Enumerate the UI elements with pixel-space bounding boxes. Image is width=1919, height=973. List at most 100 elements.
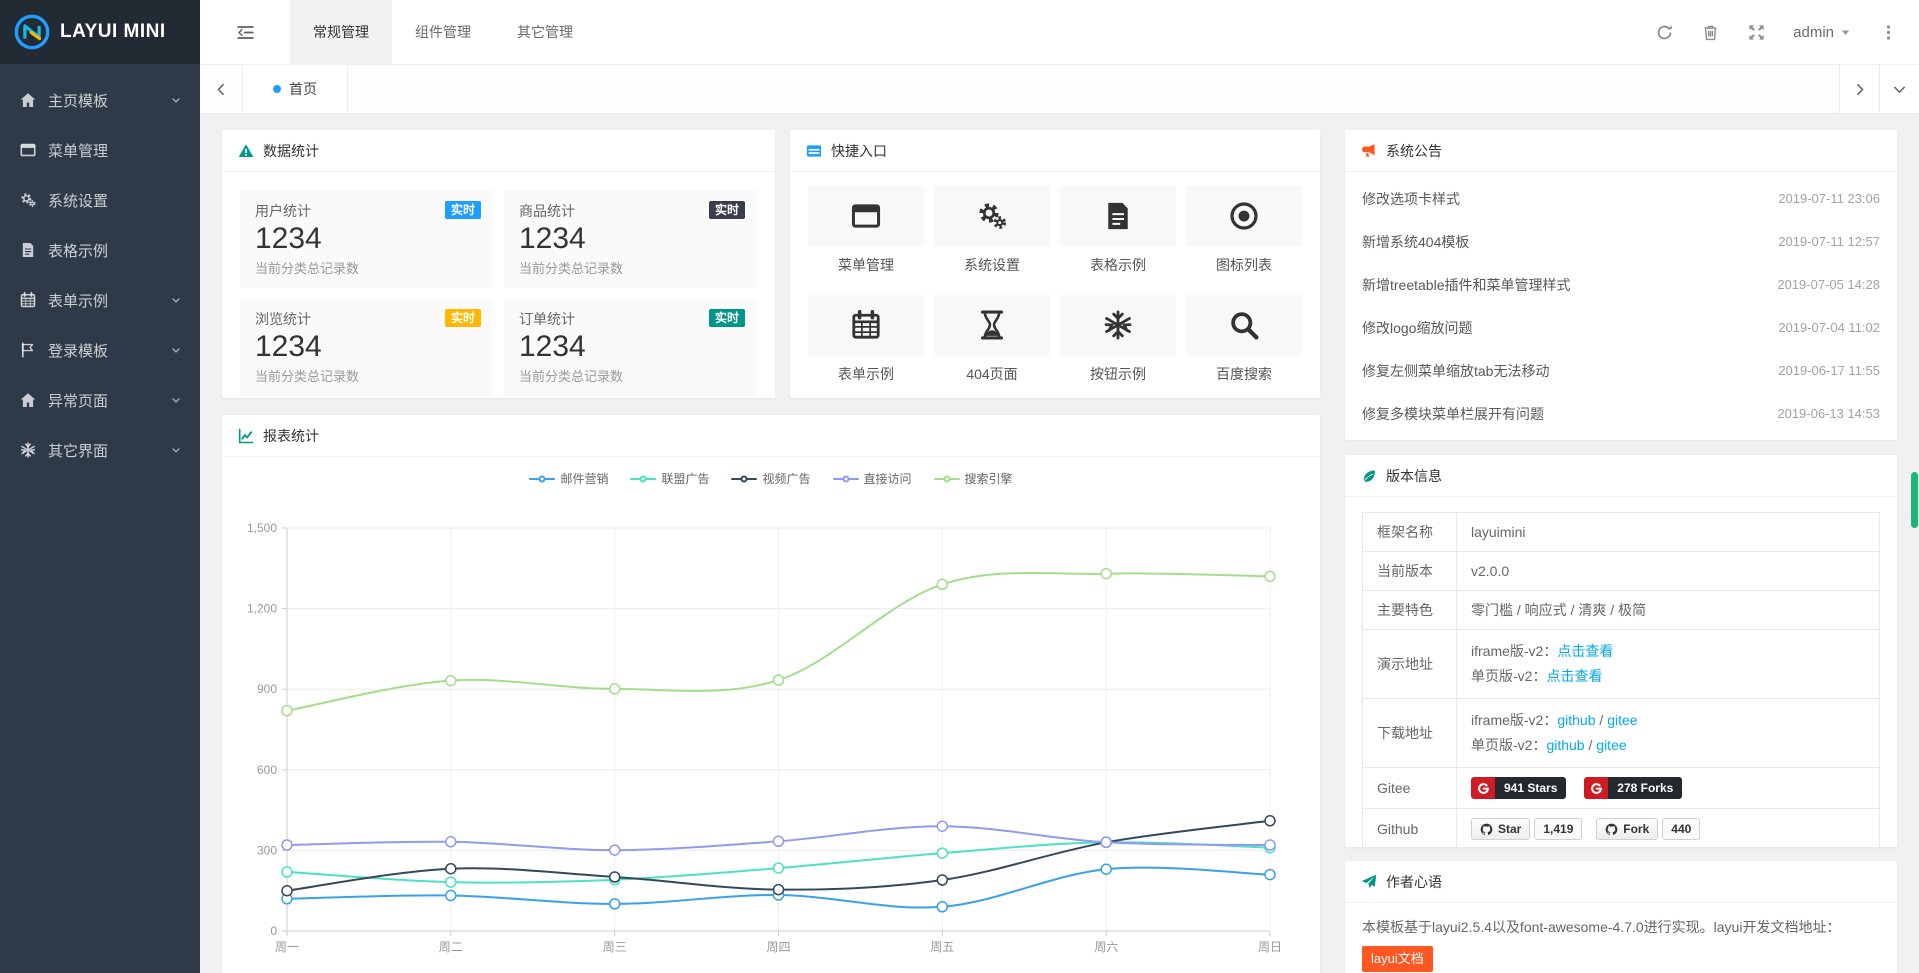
demo-link-iframe[interactable]: 点击查看: [1557, 643, 1613, 659]
download-link-github[interactable]: github: [1557, 712, 1595, 728]
sidebar-item[interactable]: 表单示例: [0, 275, 200, 325]
quick-entry-label: 系统设置: [964, 255, 1020, 275]
legend-item[interactable]: 搜索引擎: [934, 470, 1013, 487]
download-link-gitee[interactable]: gitee: [1596, 737, 1626, 753]
quick-entry-cell: 按钮示例: [1060, 295, 1176, 384]
quick-entry-tile[interactable]: [1060, 186, 1176, 246]
framework-name: layuimini: [1457, 513, 1880, 552]
announcement-text: 修复左侧菜单缩放tab无法移动: [1362, 361, 1549, 381]
status-badge: 实时: [445, 201, 481, 219]
header-tab[interactable]: 其它管理: [494, 0, 596, 64]
quick-entry-label: 404页面: [966, 364, 1017, 384]
version-row-label: Github: [1363, 809, 1457, 848]
legend-marker-icon: [529, 472, 555, 485]
gitee-stars-badge[interactable]: 941 Stars: [1471, 777, 1566, 799]
chevron-down-icon: [170, 394, 182, 406]
expand-icon[interactable]: [1733, 0, 1779, 65]
announcement-date: 2019-07-05 14:28: [1777, 277, 1880, 292]
chevron-left-icon[interactable]: [200, 65, 242, 113]
quick-entry-tile[interactable]: [934, 295, 1050, 355]
snowflake-icon: [20, 442, 38, 458]
stat-value: 1234: [255, 330, 478, 364]
cogs-icon: [977, 201, 1007, 231]
legend-item[interactable]: 视频广告: [731, 470, 810, 487]
github-icon: [1605, 823, 1618, 836]
chart-legend: 邮件营销 联盟广告 视频广告 直接访问 搜索引擎: [222, 470, 1320, 487]
chevron-down-icon[interactable]: [1879, 65, 1919, 113]
demo-link-spa[interactable]: 点击查看: [1546, 668, 1602, 684]
quick-entry-tile[interactable]: [1186, 295, 1302, 355]
legend-item[interactable]: 直接访问: [833, 470, 912, 487]
quick-entry-tile[interactable]: [1060, 295, 1176, 355]
dot-circle-icon: [1229, 201, 1259, 231]
sidebar-item-label: 表格示例: [48, 240, 108, 261]
tab-home[interactable]: 首页: [242, 65, 348, 113]
stat-card: 订单统计 1234 当前分类总记录数 实时: [504, 298, 757, 396]
bullhorn-icon: [1361, 143, 1377, 159]
panel-header: 系统公告: [1345, 130, 1897, 172]
header-tab[interactable]: 常规管理: [290, 0, 392, 64]
legend-label: 视频广告: [762, 470, 810, 487]
legend-label: 直接访问: [864, 470, 912, 487]
app-logo[interactable]: LAYUI MINI: [0, 0, 200, 64]
version-row-label: Gitee: [1363, 768, 1457, 809]
status-badge: 实时: [709, 309, 745, 327]
github-star-button[interactable]: Star: [1471, 818, 1530, 840]
grid-icon: [806, 143, 822, 159]
quick-entry-tile[interactable]: [808, 295, 924, 355]
panel-title: 快捷入口: [831, 141, 887, 161]
github-star-count[interactable]: 1,419: [1534, 818, 1582, 840]
trash-icon[interactable]: [1687, 0, 1733, 65]
demo-line-prefix: iframe版-v2：: [1471, 643, 1557, 659]
panel-header: 版本信息: [1345, 455, 1897, 497]
panel-data-stats: 数据统计 用户统计 1234 当前分类总记录数 实时 商品统计 1234 当前分…: [222, 130, 775, 398]
link-separator: /: [1596, 712, 1608, 728]
sidebar-item[interactable]: 主页模板: [0, 75, 200, 125]
quick-entry-cell: 404页面: [934, 295, 1050, 384]
quick-entry-tile[interactable]: [934, 186, 1050, 246]
layui-doc-badge[interactable]: layui文档: [1362, 946, 1433, 973]
quick-entry-cell: 表单示例: [808, 295, 924, 384]
toggle-icon[interactable]: [200, 0, 290, 64]
svg-text:周六: 周六: [1094, 940, 1118, 954]
sidebar-item[interactable]: 系统设置: [0, 175, 200, 225]
stat-value: 1234: [519, 330, 742, 364]
link-separator: /: [1585, 737, 1597, 753]
github-fork-count[interactable]: 440: [1662, 818, 1700, 840]
svg-text:600: 600: [257, 763, 277, 777]
github-fork-button[interactable]: Fork: [1596, 818, 1658, 840]
panel-version-info: 版本信息 框架名称 layuimini 当前版本 v2.0.0 主要特色 零门槛…: [1345, 455, 1897, 847]
ellipsis-icon[interactable]: [1865, 0, 1911, 65]
svg-text:周一: 周一: [275, 940, 299, 954]
sidebar-item[interactable]: 菜单管理: [0, 125, 200, 175]
header-tab[interactable]: 组件管理: [392, 0, 494, 64]
page-scrollbar-thumb[interactable]: [1911, 472, 1918, 528]
sidebar-item[interactable]: 异常页面: [0, 375, 200, 425]
svg-text:周日: 周日: [1258, 940, 1282, 954]
chevron-right-icon[interactable]: [1839, 65, 1879, 113]
sidebar-item[interactable]: 登录模板: [0, 325, 200, 375]
legend-item[interactable]: 邮件营销: [529, 470, 608, 487]
sidebar-item[interactable]: 其它界面: [0, 425, 200, 475]
sidebar-item-label: 异常页面: [48, 390, 108, 411]
user-menu[interactable]: admin: [1779, 0, 1865, 65]
quick-entry-tile[interactable]: [808, 186, 924, 246]
window-icon: [20, 142, 38, 158]
stat-caption: 当前分类总记录数: [255, 366, 478, 385]
chevron-down-icon: [170, 294, 182, 306]
version-row-label: 框架名称: [1363, 513, 1457, 552]
svg-text:周二: 周二: [439, 940, 463, 954]
gitee-forks-badge[interactable]: 278 Forks: [1584, 777, 1682, 799]
panel-author-words: 作者心语 本模板基于layui2.5.4以及font-awesome-4.7.0…: [1345, 861, 1897, 973]
download-link-github[interactable]: github: [1546, 737, 1584, 753]
sidebar-item[interactable]: 表格示例: [0, 225, 200, 275]
header-tabs: 常规管理 组件管理 其它管理: [290, 0, 596, 64]
main-features: 零门槛 / 响应式 / 清爽 / 极简: [1457, 591, 1880, 630]
download-link-gitee[interactable]: gitee: [1607, 712, 1637, 728]
quick-entry-tile[interactable]: [1186, 186, 1302, 246]
author-line: 本模板基于layui2.5.4以及font-awesome-4.7.0进行实现。…: [1362, 915, 1880, 940]
calendar-icon: [851, 310, 881, 340]
legend-item[interactable]: 联盟广告: [630, 470, 709, 487]
quick-entry-cell: 图标列表: [1186, 186, 1302, 275]
refresh-icon[interactable]: [1641, 0, 1687, 65]
